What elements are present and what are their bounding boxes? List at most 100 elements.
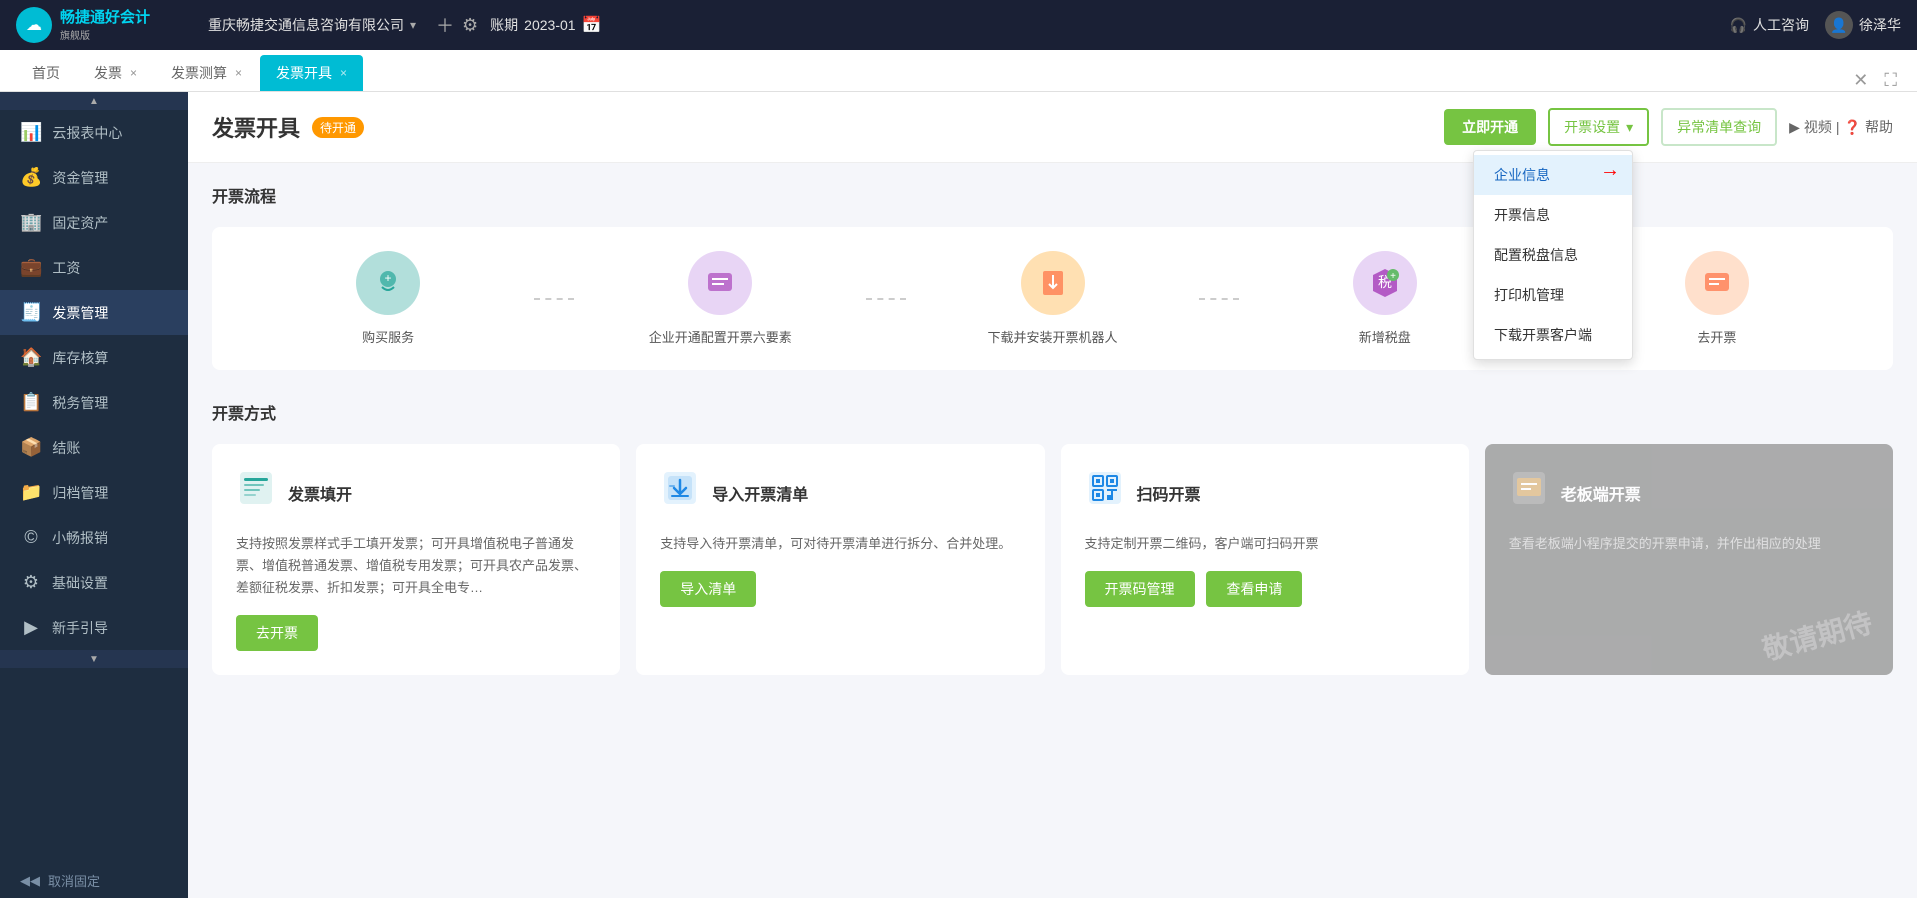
play-icon: ▶	[1789, 119, 1800, 136]
tab-invoice[interactable]: 发票 ×	[78, 55, 153, 91]
go-invoice-icon	[1685, 251, 1749, 315]
method-desc: 支持导入待开票清单，可对待开票清单进行拆分、合并处理。	[660, 533, 1020, 555]
header-actions: 立即开通 开票设置 ▾ 异常清单查询 ▶ 视频 | ❓ 帮助 →	[1444, 108, 1893, 146]
inventory-icon: 🏠	[20, 347, 42, 368]
method-header: 扫码开票	[1085, 468, 1445, 517]
unpin-icon: ◀◀	[20, 873, 40, 889]
method-title: 老板端开票	[1561, 481, 1641, 505]
dropdown-item-download-client[interactable]: 下载开票客户端	[1474, 315, 1632, 355]
unpin-label: 取消固定	[48, 871, 100, 890]
flow-section-title: 开票流程	[212, 183, 1893, 207]
sidebar-item-label: 小畅报销	[52, 528, 108, 548]
tab-bar: 首页 发票 × 发票测算 × 发票开具 × ✕ ⛶	[0, 50, 1917, 92]
fill-invoice-button[interactable]: 去开票	[236, 615, 318, 651]
method-desc: 支持定制开票二维码，客户端可扫码开票	[1085, 533, 1445, 555]
close-window-icon[interactable]: ✕	[1849, 70, 1872, 91]
user-info[interactable]: 👤 徐泽华	[1825, 11, 1901, 39]
close-icon[interactable]: ×	[340, 66, 347, 80]
top-right: 🎧 人工咨询 👤 徐泽华	[1730, 11, 1901, 39]
support-label: 人工咨询	[1753, 15, 1809, 35]
flow-step-label: 去开票	[1697, 327, 1736, 346]
sidebar-item-label: 归档管理	[52, 483, 108, 503]
method-title: 发票填开	[288, 481, 352, 505]
exception-button[interactable]: 异常清单查询	[1661, 108, 1777, 146]
maximize-icon[interactable]: ⛶	[1880, 70, 1901, 91]
close-icon[interactable]: ×	[130, 66, 137, 80]
headphone-icon: 🎧	[1730, 17, 1747, 34]
svg-text:+: +	[1390, 271, 1396, 282]
company-selector[interactable]: 重庆畅捷交通信息咨询有限公司 ▾	[196, 15, 428, 35]
sidebar-item-label: 基础设置	[52, 573, 108, 593]
method-desc: 查看老板端小程序提交的开票申请，并作出相应的处理	[1509, 533, 1869, 555]
sidebar-item-fixed-assets[interactable]: 🏢 固定资产	[0, 200, 188, 245]
dropdown-item-invoice-info[interactable]: 开票信息	[1474, 195, 1632, 235]
method-card-fill-invoice: 发票填开 支持按照发票样式手工填开发票；可开具增值税电子普通发票、增值税普通发票…	[212, 444, 620, 675]
logo-icon: ☁	[16, 7, 52, 43]
flow-step-label: 企业开通配置开票六要素	[649, 327, 792, 346]
sidebar-item-label: 新手引导	[52, 618, 108, 638]
add-icon[interactable]: ＋	[436, 12, 454, 38]
flow-step-label: 下载并安装开票机器人	[988, 327, 1118, 346]
help-label: 帮助	[1865, 117, 1893, 137]
sidebar-item-tax[interactable]: 📋 税务管理	[0, 380, 188, 425]
calendar-icon[interactable]: 📅	[582, 15, 602, 35]
sidebar-scroll-up[interactable]: ▲	[0, 92, 188, 110]
user-name: 徐泽华	[1859, 15, 1901, 35]
video-button[interactable]: ▶ 视频 | ❓ 帮助	[1789, 117, 1893, 137]
sidebar-item-label: 固定资产	[52, 213, 108, 233]
sidebar-item-label: 税务管理	[52, 393, 108, 413]
sidebar-cancel-pin[interactable]: ◀◀ 取消固定	[0, 863, 188, 898]
sidebar-item-inventory[interactable]: 🏠 库存核算	[0, 335, 188, 380]
tab-home[interactable]: 首页	[16, 55, 76, 91]
method-header: 老板端开票	[1509, 468, 1869, 517]
sidebar-item-salary[interactable]: 💼 工资	[0, 245, 188, 290]
sidebar-item-fund[interactable]: 💰 资金管理	[0, 155, 188, 200]
flow-step-download: 下载并安装开票机器人	[906, 251, 1198, 346]
sidebar-item-label: 发票管理	[52, 303, 108, 323]
sidebar-item-new-guide[interactable]: ▶ 新手引导	[0, 605, 188, 650]
sidebar: ▲ 📊 云报表中心 💰 资金管理 🏢 固定资产 💼 工资 🧾 发票管理 🏠 库存…	[0, 92, 188, 898]
tax-icon: 📋	[20, 392, 42, 413]
settings-button[interactable]: 开票设置 ▾	[1548, 108, 1649, 146]
flow-step-label: 新增税盘	[1359, 327, 1411, 346]
import-invoice-button[interactable]: 导入清单	[660, 571, 756, 607]
main-layout: ▲ 📊 云报表中心 💰 资金管理 🏢 固定资产 💼 工资 🧾 发票管理 🏠 库存…	[0, 92, 1917, 898]
archive-icon: 📁	[20, 482, 42, 503]
sidebar-item-archive[interactable]: 📁 归档管理	[0, 470, 188, 515]
top-actions: ＋ ⚙	[436, 12, 478, 38]
cloud-report-icon: 📊	[20, 122, 42, 143]
sidebar-item-cloud-report[interactable]: 📊 云报表中心	[0, 110, 188, 155]
window-buttons: ✕ ⛶	[1849, 70, 1901, 91]
view-application-button[interactable]: 查看申请	[1206, 571, 1302, 607]
support-button[interactable]: 🎧 人工咨询	[1730, 15, 1809, 35]
sidebar-item-basic-settings[interactable]: ⚙ 基础设置	[0, 560, 188, 605]
period-info: 账期 2023-01 📅	[490, 15, 601, 35]
fixed-assets-icon: 🏢	[20, 212, 42, 233]
activate-button[interactable]: 立即开通	[1444, 109, 1536, 145]
close-icon[interactable]: ×	[235, 66, 242, 80]
chevron-down-icon: ▾	[1626, 119, 1633, 136]
sidebar-item-accounting[interactable]: 📦 结账	[0, 425, 188, 470]
dropdown-item-printer[interactable]: 打印机管理	[1474, 275, 1632, 315]
page-title-area: 发票开具 待开通	[212, 111, 364, 143]
invoice-code-mgmt-button[interactable]: 开票码管理	[1085, 571, 1195, 607]
status-badge: 待开通	[312, 117, 364, 138]
settings-icon[interactable]: ⚙	[462, 15, 478, 36]
video-label: 视频	[1804, 117, 1832, 137]
page-title: 发票开具	[212, 111, 300, 143]
add-tax-icon: 税 +	[1353, 251, 1417, 315]
dropdown-item-tax-config[interactable]: 配置税盘信息	[1474, 235, 1632, 275]
sidebar-scroll-down[interactable]: ▼	[0, 650, 188, 668]
method-card-import-invoice: 导入开票清单 支持导入待开票清单，可对待开票清单进行拆分、合并处理。 导入清单	[636, 444, 1044, 675]
sidebar-item-xiaochang[interactable]: © 小畅报销	[0, 515, 188, 560]
accounting-icon: 📦	[20, 437, 42, 458]
content-area: 发票开具 待开通 立即开通 开票设置 ▾ 异常清单查询 ▶ 视频 | ❓ 帮助	[188, 92, 1917, 898]
method-title: 扫码开票	[1137, 481, 1201, 505]
tab-invoice-test[interactable]: 发票测算 ×	[155, 55, 258, 91]
tab-invoice-open[interactable]: 发票开具 ×	[260, 55, 363, 91]
sidebar-item-label: 工资	[52, 258, 80, 278]
flow-steps: + 购买服务 企业开通配置开票六要素	[212, 227, 1893, 370]
flow-step-buy-service: + 购买服务	[242, 251, 534, 346]
avatar: 👤	[1825, 11, 1853, 39]
sidebar-item-invoice-mgmt[interactable]: 🧾 发票管理	[0, 290, 188, 335]
